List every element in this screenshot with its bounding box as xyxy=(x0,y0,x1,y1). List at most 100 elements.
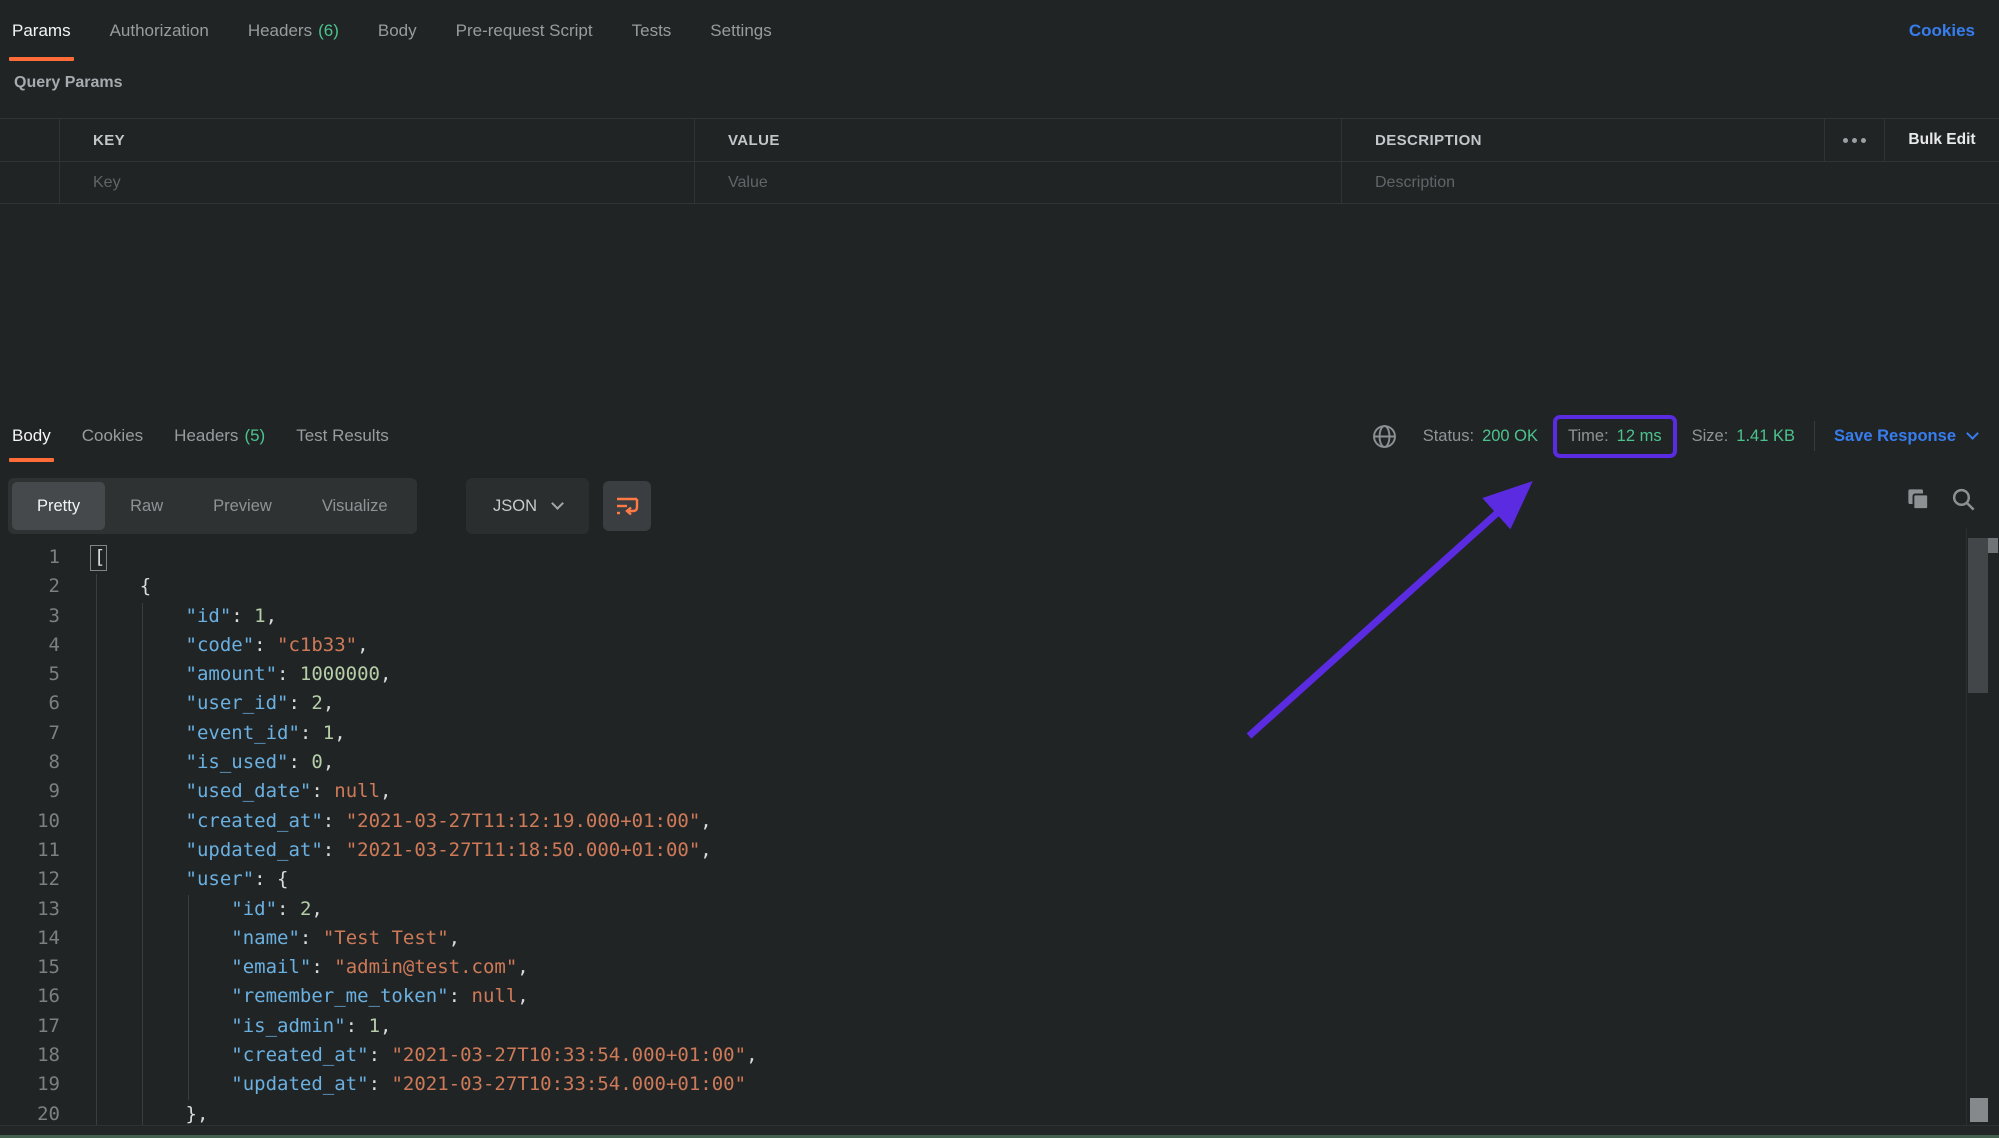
line-number: 9 xyxy=(0,777,60,806)
tab-label: Test Results xyxy=(296,426,389,446)
line-number: 15 xyxy=(0,953,60,982)
globe-icon xyxy=(1371,423,1398,450)
param-input-row: Key Value Description xyxy=(0,161,1999,204)
key-placeholder: Key xyxy=(93,174,121,192)
chevron-down-icon xyxy=(1966,427,1979,440)
view-tab-raw[interactable]: Raw xyxy=(105,482,188,530)
request-tabs: Params Authorization Headers (6) Body Pre… xyxy=(12,0,772,62)
line-number: 14 xyxy=(0,924,60,953)
bulk-edit-button[interactable]: Bulk Edit xyxy=(1885,119,1999,161)
scrollbar-handle[interactable] xyxy=(1970,1098,1988,1122)
cookies-link[interactable]: Cookies xyxy=(1909,0,1975,62)
tab-label: Cookies xyxy=(82,426,143,446)
row-select-cell xyxy=(0,119,60,161)
view-tab-preview[interactable]: Preview xyxy=(188,482,297,530)
save-response-button[interactable]: Save Response xyxy=(1834,427,1977,446)
response-tab-bar: Body Cookies Headers(5) Test Results Sta… xyxy=(0,404,1999,468)
tab-pre-request-script[interactable]: Pre-request Script xyxy=(456,0,593,62)
tab-params[interactable]: Params xyxy=(12,0,71,62)
query-params-title: Query Params xyxy=(14,74,123,92)
line-number: 1 xyxy=(0,543,60,572)
tab-label: Authorization xyxy=(110,21,209,41)
scrollbar-cap xyxy=(1988,538,1998,553)
tab-test-results[interactable]: Test Results xyxy=(296,404,389,468)
description-placeholder: Description xyxy=(1375,174,1455,192)
code-line: 17 "is_admin": 1, xyxy=(0,1012,1970,1041)
code-line: 9 "used_date": null, xyxy=(0,777,1970,806)
code-line: 15 "email": "admin@test.com", xyxy=(0,953,1970,982)
copy-icon xyxy=(1905,486,1932,513)
size-indicator: Size: 1.41 KB xyxy=(1692,427,1795,446)
tab-response-body[interactable]: Body xyxy=(12,404,51,468)
line-number: 19 xyxy=(0,1070,60,1099)
tab-count-badge: (6) xyxy=(318,21,339,41)
status-value: 200 OK xyxy=(1482,427,1538,446)
line-number: 17 xyxy=(0,1012,60,1041)
view-tab-visualize[interactable]: Visualize xyxy=(297,482,413,530)
code-line: 10 "created_at": "2021-03-27T11:12:19.00… xyxy=(0,807,1970,836)
line-number: 5 xyxy=(0,660,60,689)
tab-settings[interactable]: Settings xyxy=(710,0,771,62)
tab-label: Tests xyxy=(632,21,672,41)
search-button[interactable] xyxy=(1950,486,1977,513)
status-indicator: Status: 200 OK xyxy=(1423,427,1538,446)
line-number: 20 xyxy=(0,1100,60,1125)
line-number: 3 xyxy=(0,602,60,631)
request-tab-bar: Params Authorization Headers (6) Body Pre… xyxy=(0,0,1999,62)
tab-label: Params xyxy=(12,21,71,41)
wrap-lines-icon xyxy=(614,493,640,519)
search-icon xyxy=(1950,486,1977,513)
column-header-key: KEY xyxy=(60,119,695,161)
code-line: 14 "name": "Test Test", xyxy=(0,924,1970,953)
line-number: 4 xyxy=(0,631,60,660)
size-value: 1.41 KB xyxy=(1736,427,1795,446)
response-meta: Status: 200 OK Time: 12 ms Size: 1.41 KB… xyxy=(1371,404,1977,468)
indent-guide xyxy=(142,603,143,1125)
tab-response-headers[interactable]: Headers(5) xyxy=(174,404,265,468)
copy-button[interactable] xyxy=(1905,486,1932,513)
column-header-value: VALUE xyxy=(695,119,1342,161)
more-actions-button[interactable] xyxy=(1825,119,1885,161)
tab-label: Body xyxy=(378,21,417,41)
line-number: 11 xyxy=(0,836,60,865)
code-line: 1[ xyxy=(0,543,1970,572)
chevron-down-icon xyxy=(551,497,564,510)
tab-authorization[interactable]: Authorization xyxy=(110,0,209,62)
line-number: 10 xyxy=(0,807,60,836)
code-line: 2 { xyxy=(0,572,1970,601)
code-line: 11 "updated_at": "2021-03-27T11:18:50.00… xyxy=(0,836,1970,865)
tab-tests[interactable]: Tests xyxy=(632,0,672,62)
tab-response-cookies[interactable]: Cookies xyxy=(82,404,143,468)
format-dropdown[interactable]: JSON xyxy=(466,478,589,534)
wrap-lines-button[interactable] xyxy=(603,481,651,531)
value-input[interactable]: Value xyxy=(695,162,1342,203)
code-line: 20 }, xyxy=(0,1100,1970,1125)
code-line: 16 "remember_me_token": null, xyxy=(0,982,1970,1011)
status-label: Status: xyxy=(1423,427,1474,446)
code-line: 12 "user": { xyxy=(0,865,1970,894)
line-number: 6 xyxy=(0,689,60,718)
code-line: 19 "updated_at": "2021-03-27T10:33:54.00… xyxy=(0,1070,1970,1099)
time-label: Time: xyxy=(1568,427,1609,446)
line-number: 2 xyxy=(0,572,60,601)
tab-label: Pre-request Script xyxy=(456,21,593,41)
format-selected-value: JSON xyxy=(493,497,537,516)
tab-label: Body xyxy=(12,426,51,446)
code-lines: 1[2 {3 "id": 1,4 "code": "c1b33",5 "amou… xyxy=(0,543,1970,1125)
response-body-editor[interactable]: 1[2 {3 "id": 1,4 "code": "c1b33",5 "amou… xyxy=(0,543,1970,1125)
line-number: 8 xyxy=(0,748,60,777)
line-number: 7 xyxy=(0,719,60,748)
code-line: 7 "event_id": 1, xyxy=(0,719,1970,748)
tab-body[interactable]: Body xyxy=(378,0,417,62)
indent-guide xyxy=(96,574,97,1125)
code-line: 8 "is_used": 0, xyxy=(0,748,1970,777)
description-input[interactable]: Description xyxy=(1342,162,1999,203)
tab-headers[interactable]: Headers (6) xyxy=(248,0,339,62)
tab-label: Headers xyxy=(248,21,312,41)
divider xyxy=(1814,421,1815,451)
scrollbar-thumb[interactable] xyxy=(1968,538,1988,693)
key-input[interactable]: Key xyxy=(60,162,695,203)
view-tab-pretty[interactable]: Pretty xyxy=(12,482,105,530)
tab-label: Headers xyxy=(174,426,238,446)
editor-tools xyxy=(1905,486,1977,513)
